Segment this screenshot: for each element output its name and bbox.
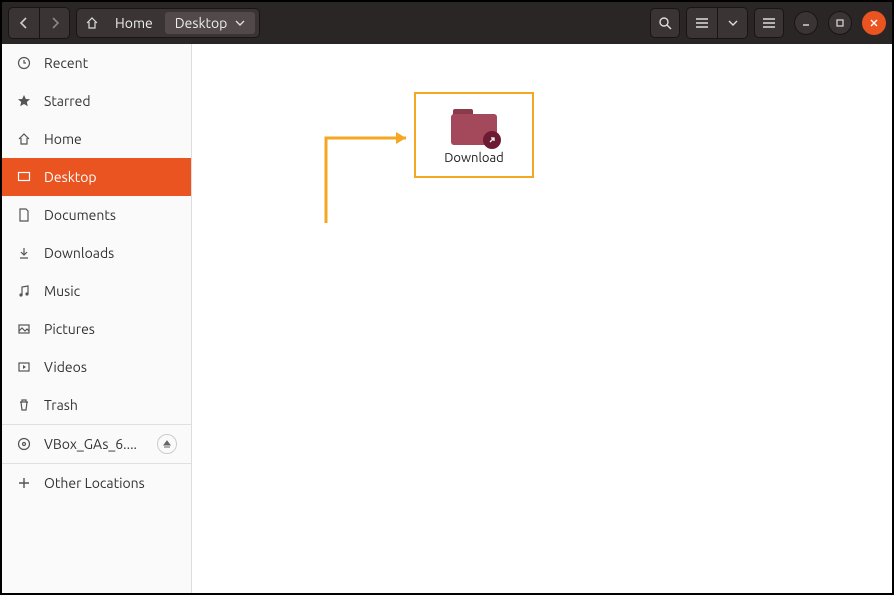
sidebar-item-label: Other Locations — [44, 475, 145, 491]
sidebar-item-documents[interactable]: Documents — [2, 196, 191, 234]
minimize-icon — [801, 18, 811, 28]
sidebar-item-downloads[interactable]: Downloads — [2, 234, 191, 272]
sidebar-item-label: Recent — [44, 55, 88, 71]
breadcrumb[interactable]: Home Desktop — [76, 8, 260, 38]
menu-icon — [762, 17, 776, 29]
sidebar-item-label: Pictures — [44, 321, 95, 337]
sidebar-item-videos[interactable]: Videos — [2, 348, 191, 386]
breadcrumb-current-label: Desktop — [175, 15, 228, 31]
music-icon — [16, 284, 32, 298]
maximize-icon — [835, 18, 845, 28]
videos-icon — [16, 360, 32, 374]
eject-icon — [162, 439, 172, 449]
sidebar-item-home[interactable]: Home — [2, 120, 191, 158]
trash-icon — [16, 398, 32, 412]
folder-item-label: Download — [444, 151, 504, 165]
sidebar-item-label: Desktop — [44, 169, 97, 185]
pictures-icon — [16, 322, 32, 336]
sidebar-item-device[interactable]: VBox_GAs_6.... — [2, 425, 191, 463]
maximize-button[interactable] — [828, 11, 852, 35]
sidebar-item-label: Documents — [44, 207, 116, 223]
sidebar-item-label: VBox_GAs_6.... — [44, 436, 137, 452]
view-toggle-group — [686, 7, 748, 39]
hamburger-menu-button[interactable] — [754, 8, 784, 38]
sidebar-item-label: Trash — [44, 397, 78, 413]
disc-icon — [16, 437, 32, 451]
list-view-button[interactable] — [687, 8, 717, 38]
home-icon — [16, 132, 32, 146]
star-icon — [16, 94, 32, 108]
nav-group — [8, 7, 70, 39]
close-button[interactable] — [862, 11, 886, 35]
titlebar: Home Desktop — [2, 2, 892, 44]
breadcrumb-home[interactable]: Home — [107, 12, 161, 34]
search-button[interactable] — [650, 8, 680, 38]
sidebar-item-starred[interactable]: Starred — [2, 82, 191, 120]
annotation-arrow — [316, 128, 426, 228]
sidebar-item-label: Music — [44, 283, 80, 299]
chevron-down-icon — [728, 19, 738, 27]
forward-button[interactable] — [39, 8, 69, 38]
sidebar-item-pictures[interactable]: Pictures — [2, 310, 191, 348]
home-icon — [85, 16, 99, 30]
dropdown-icon — [235, 19, 245, 27]
list-icon — [695, 17, 709, 29]
sidebar-item-desktop[interactable]: Desktop — [2, 158, 191, 196]
view-dropdown-button[interactable] — [717, 8, 747, 38]
chevron-left-icon — [19, 17, 29, 29]
sidebar-item-label: Home — [44, 131, 82, 147]
shortcut-badge-icon — [483, 131, 501, 149]
close-icon — [869, 18, 879, 28]
folder-item-download[interactable]: Download — [414, 92, 534, 178]
sidebar-item-label: Starred — [44, 93, 91, 109]
documents-icon — [16, 208, 32, 222]
sidebar-item-trash[interactable]: Trash — [2, 386, 191, 424]
breadcrumb-current[interactable]: Desktop — [165, 12, 256, 34]
body-area: Recent Starred Home Desktop Documents Do… — [2, 44, 892, 593]
sidebar-item-other-locations[interactable]: Other Locations — [2, 464, 191, 502]
back-button[interactable] — [9, 8, 39, 38]
plus-icon — [16, 477, 32, 489]
content-area[interactable]: Download — [192, 44, 892, 593]
search-icon — [658, 16, 672, 30]
downloads-icon — [16, 246, 32, 260]
eject-button[interactable] — [157, 434, 177, 454]
sidebar: Recent Starred Home Desktop Documents Do… — [2, 44, 192, 593]
sidebar-item-recent[interactable]: Recent — [2, 44, 191, 82]
sidebar-item-label: Videos — [44, 359, 87, 375]
file-manager-window: Home Desktop — [0, 0, 894, 595]
clock-icon — [16, 56, 32, 70]
chevron-right-icon — [50, 17, 60, 29]
sidebar-item-label: Downloads — [44, 245, 114, 261]
minimize-button[interactable] — [794, 11, 818, 35]
desktop-icon — [16, 170, 32, 184]
sidebar-item-music[interactable]: Music — [2, 272, 191, 310]
folder-icon — [451, 109, 497, 145]
